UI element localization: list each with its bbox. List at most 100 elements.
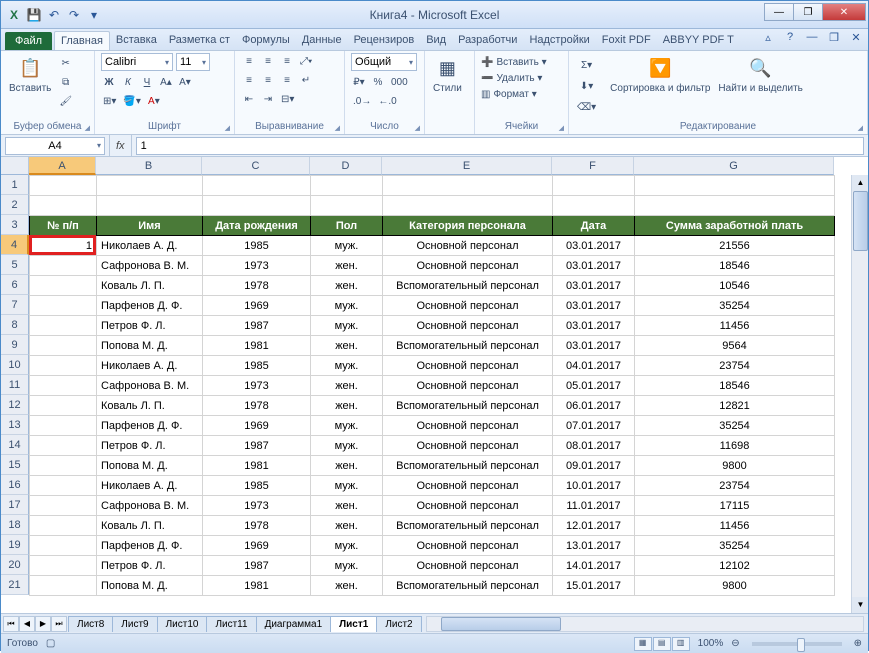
file-tab[interactable]: Файл xyxy=(5,32,52,50)
cell[interactable]: 1969 xyxy=(203,416,311,436)
cell[interactable]: Основной персонал xyxy=(383,316,553,336)
cell[interactable] xyxy=(30,576,97,596)
align-right-icon[interactable]: ≡ xyxy=(279,72,295,88)
horizontal-scrollbar[interactable] xyxy=(426,616,864,632)
row-header[interactable]: 11 xyxy=(1,375,29,395)
increase-decimal-icon[interactable]: .0→ xyxy=(351,93,373,109)
cell[interactable]: 04.01.2017 xyxy=(553,356,635,376)
ribbon-tab-7[interactable]: Разработчи xyxy=(452,31,523,50)
cell[interactable] xyxy=(635,196,835,216)
cell[interactable]: Сумма заработной плать xyxy=(635,216,835,236)
cell[interactable]: 11456 xyxy=(635,516,835,536)
bold-button[interactable]: Ж xyxy=(101,74,117,90)
hscroll-thumb[interactable] xyxy=(441,617,561,631)
page-layout-view-icon[interactable]: ▤ xyxy=(653,637,671,651)
cell[interactable]: 03.01.2017 xyxy=(553,336,635,356)
cell[interactable]: Основной персонал xyxy=(383,496,553,516)
cell[interactable]: Вспомогательный персонал xyxy=(383,576,553,596)
row-header[interactable]: 7 xyxy=(1,295,29,315)
sheet-tab[interactable]: Лист9 xyxy=(112,616,157,632)
zoom-in-icon[interactable]: ⊕ xyxy=(854,638,862,649)
cell[interactable] xyxy=(553,196,635,216)
decrease-indent-icon[interactable]: ⇤ xyxy=(241,91,257,107)
cell[interactable]: Николаев А. Д. xyxy=(97,476,203,496)
cell[interactable] xyxy=(311,196,383,216)
cell[interactable]: Петров Ф. Л. xyxy=(97,316,203,336)
minimize-button[interactable]: — xyxy=(764,3,794,21)
cell[interactable]: Сафронова В. М. xyxy=(97,256,203,276)
column-header[interactable]: G xyxy=(634,157,834,175)
row-header[interactable]: 8 xyxy=(1,315,29,335)
cell[interactable]: 13.01.2017 xyxy=(553,536,635,556)
sheet-tab[interactable]: Лист11 xyxy=(206,616,256,632)
cell[interactable]: 35254 xyxy=(635,296,835,316)
cell[interactable] xyxy=(203,176,311,196)
cell[interactable]: жен. xyxy=(311,376,383,396)
cell[interactable] xyxy=(30,496,97,516)
cell[interactable]: 1981 xyxy=(203,456,311,476)
cell[interactable]: жен. xyxy=(311,396,383,416)
cell[interactable] xyxy=(97,196,203,216)
cell[interactable]: Основной персонал xyxy=(383,256,553,276)
cell[interactable]: жен. xyxy=(311,256,383,276)
row-header[interactable]: 5 xyxy=(1,255,29,275)
cell[interactable]: 1978 xyxy=(203,516,311,536)
row-header[interactable]: 12 xyxy=(1,395,29,415)
cell[interactable] xyxy=(30,436,97,456)
qat-more-icon[interactable]: ▾ xyxy=(85,6,103,24)
row-header[interactable]: 14 xyxy=(1,435,29,455)
ribbon-tab-6[interactable]: Вид xyxy=(420,31,452,50)
cut-icon[interactable]: ✂ xyxy=(57,55,74,71)
ribbon-tab-9[interactable]: Foxit PDF xyxy=(596,31,657,50)
cell[interactable]: Вспомогательный персонал xyxy=(383,276,553,296)
cell[interactable] xyxy=(97,176,203,196)
cell[interactable] xyxy=(30,396,97,416)
cell[interactable]: Коваль Л. П. xyxy=(97,276,203,296)
row-header[interactable]: 19 xyxy=(1,535,29,555)
cell[interactable]: 18546 xyxy=(635,376,835,396)
cell[interactable] xyxy=(30,416,97,436)
row-header[interactable]: 16 xyxy=(1,475,29,495)
cell[interactable]: Основной персонал xyxy=(383,536,553,556)
select-all-corner[interactable] xyxy=(1,157,29,175)
cell[interactable]: 23754 xyxy=(635,476,835,496)
shrink-font-icon[interactable]: A▾ xyxy=(177,74,193,90)
column-header[interactable]: F xyxy=(552,157,634,175)
cell[interactable]: муж. xyxy=(311,476,383,496)
cell[interactable] xyxy=(30,536,97,556)
cell[interactable]: Вспомогательный персонал xyxy=(383,516,553,536)
comma-icon[interactable]: 000 xyxy=(389,74,410,90)
cell[interactable]: Вспомогательный персонал xyxy=(383,456,553,476)
font-size-combo[interactable]: 11 xyxy=(176,53,210,71)
cell[interactable]: 12102 xyxy=(635,556,835,576)
ribbon-tab-10[interactable]: ABBYY PDF T xyxy=(657,31,740,50)
cell[interactable]: 06.01.2017 xyxy=(553,396,635,416)
redo-icon[interactable]: ↷ xyxy=(65,6,83,24)
cell[interactable]: 11698 xyxy=(635,436,835,456)
cell[interactable]: Парфенов Д. Ф. xyxy=(97,536,203,556)
cell[interactable] xyxy=(30,556,97,576)
fx-icon[interactable]: fx xyxy=(109,135,132,156)
cell[interactable]: Попова М. Д. xyxy=(97,576,203,596)
cell[interactable]: 11456 xyxy=(635,316,835,336)
paste-button[interactable]: 📋 Вставить xyxy=(7,53,53,96)
cell[interactable] xyxy=(30,276,97,296)
cell[interactable]: Дата xyxy=(553,216,635,236)
spreadsheet-grid[interactable]: ABCDEFG 12345678910111213141516171819202… xyxy=(1,157,868,613)
formula-input[interactable]: 1 xyxy=(136,137,864,155)
cell[interactable]: 15.01.2017 xyxy=(553,576,635,596)
format-cells-button[interactable]: ▥Формат ▾ xyxy=(481,89,537,100)
cell[interactable]: Основной персонал xyxy=(383,296,553,316)
cell[interactable]: Вспомогательный персонал xyxy=(383,396,553,416)
cell[interactable]: 03.01.2017 xyxy=(553,276,635,296)
sort-filter-button[interactable]: 🔽 Сортировка и фильтр xyxy=(608,53,712,96)
row-header[interactable]: 13 xyxy=(1,415,29,435)
row-header[interactable]: 18 xyxy=(1,515,29,535)
zoom-level[interactable]: 100% xyxy=(698,638,724,649)
find-select-button[interactable]: 🔍 Найти и выделить xyxy=(716,53,804,96)
maximize-button[interactable]: ❐ xyxy=(793,3,823,21)
cell[interactable]: 1985 xyxy=(203,236,311,256)
column-header[interactable]: B xyxy=(96,157,202,175)
italic-button[interactable]: К xyxy=(120,74,136,90)
cell[interactable]: Петров Ф. Л. xyxy=(97,436,203,456)
